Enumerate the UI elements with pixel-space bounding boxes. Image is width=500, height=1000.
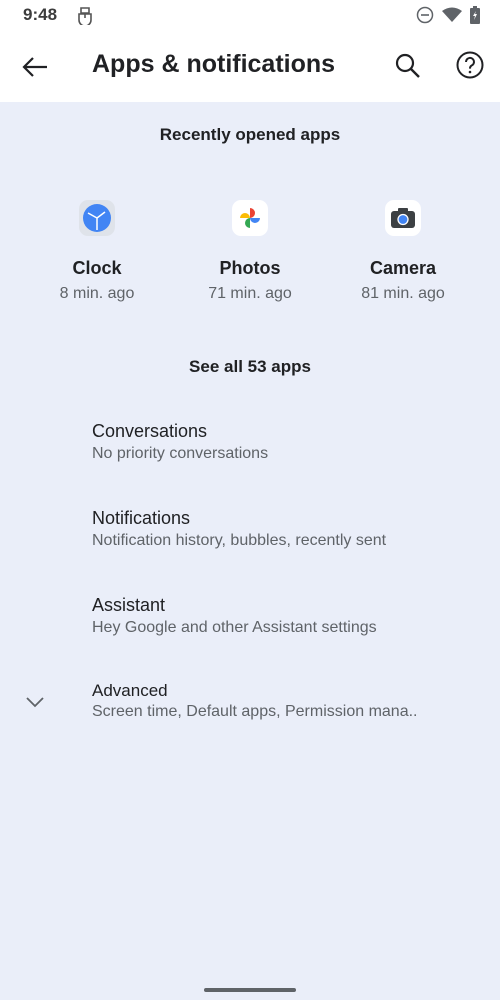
item-subtitle: Screen time, Default apps, Permission ma… bbox=[92, 703, 418, 720]
item-title: Assistant bbox=[92, 595, 166, 615]
item-subtitle: Hey Google and other Assistant settings bbox=[92, 619, 377, 636]
status-time: 9:48 bbox=[23, 5, 58, 24]
clock-icon bbox=[79, 200, 115, 236]
wifi-icon bbox=[442, 7, 462, 22]
recent-app-camera[interactable]: Camera 81 min. ago bbox=[328, 200, 478, 303]
see-all-apps-link[interactable]: See all 53 apps bbox=[0, 357, 500, 377]
recent-app-clock[interactable]: Clock 8 min. ago bbox=[22, 200, 172, 303]
app-time: 81 min. ago bbox=[361, 285, 445, 302]
list-item-notifications[interactable]: Notifications Notification history, bubb… bbox=[0, 508, 500, 558]
status-bar: 9:48 bbox=[0, 0, 500, 32]
item-title: Notifications bbox=[92, 508, 191, 528]
camera-icon bbox=[385, 200, 421, 236]
help-icon[interactable] bbox=[455, 50, 485, 80]
item-title: Advanced bbox=[92, 681, 168, 700]
item-subtitle: No priority conversations bbox=[92, 445, 269, 462]
page-title: Apps & notifications bbox=[92, 50, 336, 78]
gesture-nav-handle[interactable] bbox=[204, 988, 296, 992]
app-time: 8 min. ago bbox=[59, 285, 135, 302]
list-item-advanced[interactable]: Advanced Screen time, Default apps, Perm… bbox=[0, 681, 500, 731]
app-name: Photos bbox=[219, 258, 281, 278]
battery-charging-icon bbox=[470, 6, 480, 24]
arrow-back-icon[interactable] bbox=[20, 52, 50, 82]
item-title: Conversations bbox=[92, 421, 208, 441]
chevron-down-icon bbox=[26, 697, 44, 708]
do-not-disturb-icon bbox=[416, 6, 434, 24]
recent-app-photos[interactable]: Photos 71 min. ago bbox=[175, 200, 325, 303]
list-item-conversations[interactable]: Conversations No priority conversations bbox=[0, 421, 500, 471]
photos-icon bbox=[232, 200, 268, 236]
search-icon[interactable] bbox=[394, 52, 422, 80]
app-time: 71 min. ago bbox=[208, 285, 292, 302]
item-subtitle: Notification history, bubbles, recently … bbox=[92, 532, 387, 549]
app-bar: Apps & notifications bbox=[0, 32, 500, 102]
usb-debug-icon bbox=[78, 7, 92, 25]
list-item-assistant[interactable]: Assistant Hey Google and other Assistant… bbox=[0, 595, 500, 645]
app-name: Camera bbox=[369, 258, 437, 278]
app-name: Clock bbox=[72, 258, 122, 278]
recent-apps-title: Recently opened apps bbox=[159, 125, 341, 144]
